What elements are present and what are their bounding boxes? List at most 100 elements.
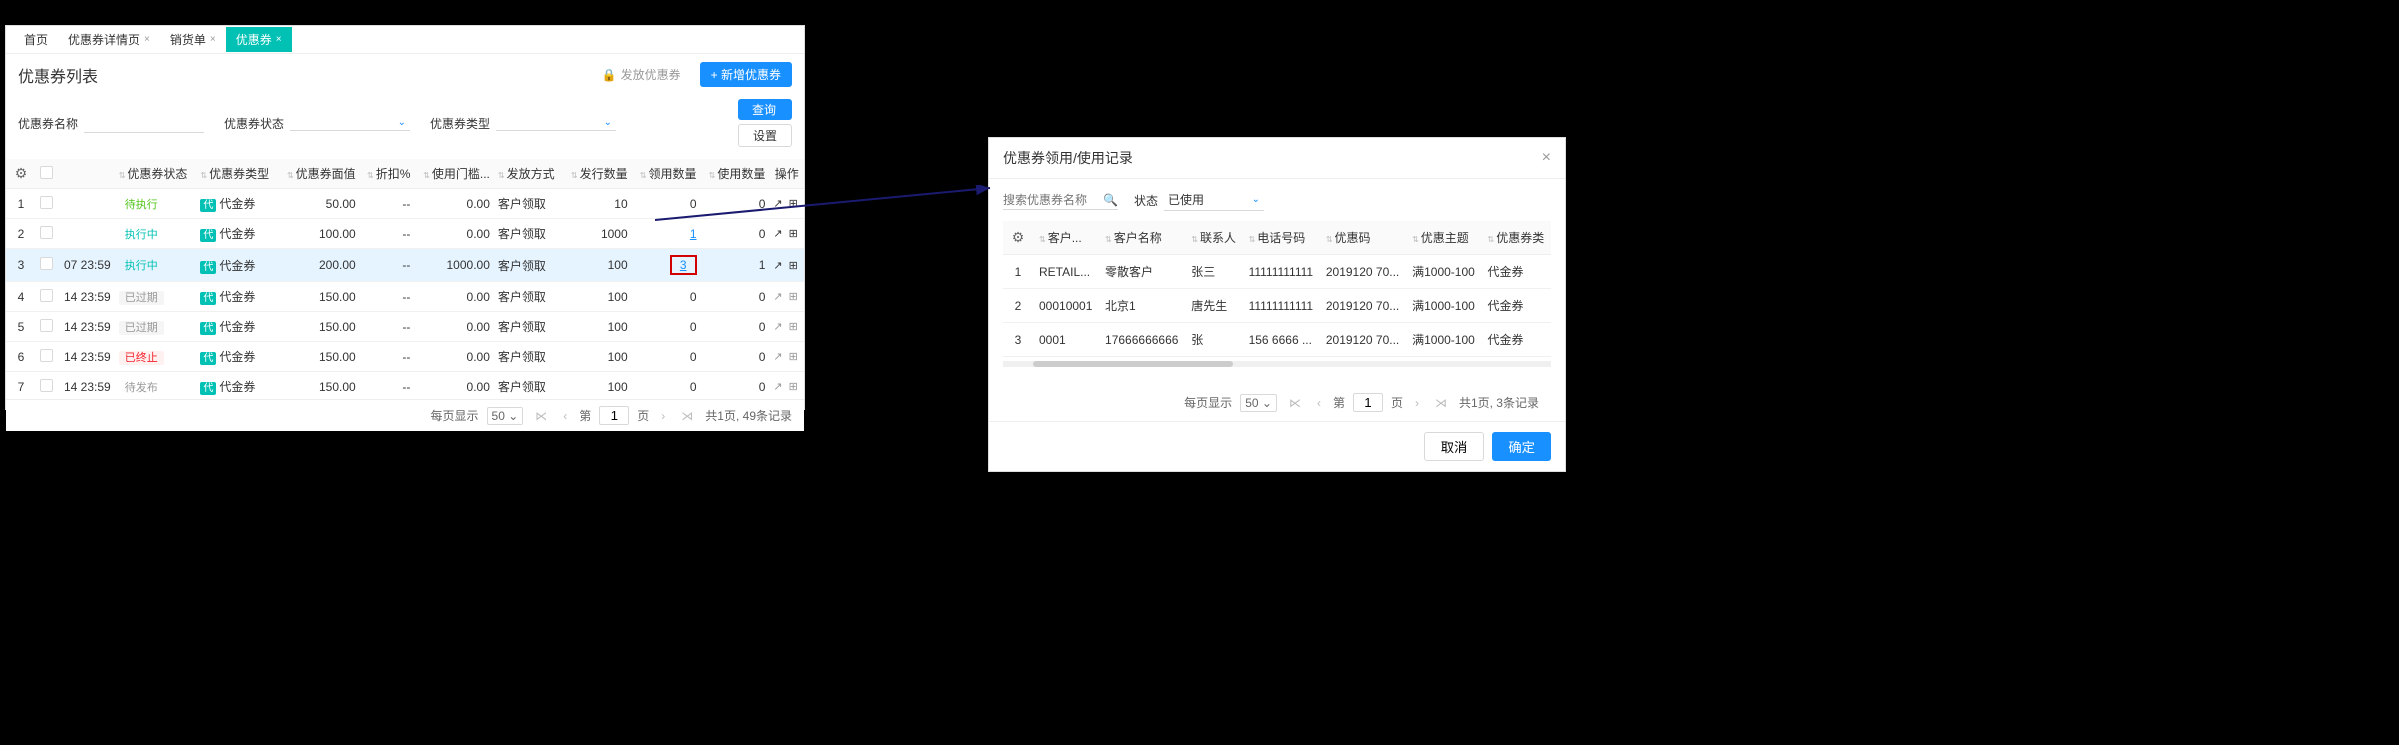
distribute-coupon-button[interactable]: 🔒 发放优惠券 (591, 62, 692, 87)
col-claimed[interactable]: ⇅领用数量 (632, 159, 701, 189)
tab-label: 首页 (24, 31, 48, 48)
table-row[interactable]: 1 RETAIL... 零散客户 张三 11111111111 2019120 … (1003, 255, 1551, 289)
cancel-button[interactable]: 取消 (1424, 432, 1485, 461)
voucher-icon: 代 (200, 199, 216, 212)
share-icon[interactable]: ↗ (773, 290, 782, 303)
qr-icon[interactable]: ⊞ (789, 259, 798, 272)
col-used[interactable]: ⇅使用数量 (701, 159, 770, 189)
filter-status-select[interactable]: ⌄ (290, 115, 410, 131)
per-page-label: 每页显示 (1184, 394, 1232, 411)
table-row[interactable]: 6 14 23:59 已终止 代代金券 150.00 -- 0.00 客户领取 … (6, 342, 804, 372)
share-icon[interactable]: ↗ (773, 380, 782, 393)
col-phone[interactable]: ⇅电话号码 (1243, 221, 1320, 255)
row-checkbox[interactable] (40, 349, 53, 362)
share-icon[interactable]: ↗ (773, 259, 782, 272)
chevron-down-icon: ⌄ (604, 117, 612, 128)
gear-icon[interactable]: ⚙ (1012, 229, 1025, 245)
prev-page-button[interactable]: ‹ (1313, 396, 1325, 410)
filter-name: 优惠券名称 (18, 114, 204, 133)
close-icon[interactable]: × (276, 34, 282, 45)
modal-search-input[interactable] (1003, 193, 1103, 207)
row-checkbox[interactable] (40, 257, 53, 270)
col-cust-name[interactable]: ⇅客户名称 (1099, 221, 1185, 255)
row-actions: ↗ ⊞ (773, 380, 800, 393)
per-page-select[interactable]: 50 ⌄ (1240, 394, 1277, 412)
settings-button[interactable]: 设置 (738, 124, 792, 147)
col-cust-code[interactable]: ⇅客户... (1033, 221, 1099, 255)
gear-icon[interactable]: ⚙ (15, 165, 28, 181)
qr-icon[interactable]: ⊞ (789, 320, 798, 333)
method: 客户领取 (494, 219, 563, 249)
contact: 张三 (1185, 255, 1242, 289)
table-row[interactable]: 3 0001 17666666666 张 156 6666 ... 201912… (1003, 323, 1551, 357)
filter-type-select[interactable]: ⌄ (496, 115, 616, 131)
table-row[interactable]: 5 14 23:59 已过期 代代金券 150.00 -- 0.00 客户领取 … (6, 312, 804, 342)
row-checkbox[interactable] (40, 319, 53, 332)
last-page-button[interactable]: ⋊ (677, 409, 697, 423)
first-page-button[interactable]: ⋉ (1285, 396, 1305, 410)
table-row[interactable]: 2 执行中 代代金券 100.00 -- 0.00 客户领取 1000 1 0 … (6, 219, 804, 249)
qr-icon[interactable]: ⊞ (789, 197, 798, 210)
col-contact[interactable]: ⇅联系人 (1185, 221, 1242, 255)
col-subject[interactable]: ⇅优惠主题 (1406, 221, 1481, 255)
qr-icon[interactable]: ⊞ (789, 290, 798, 303)
row-checkbox[interactable] (40, 196, 53, 209)
col-coupon-code[interactable]: ⇅优惠码 (1320, 221, 1406, 255)
confirm-button[interactable]: 确定 (1492, 432, 1551, 461)
close-icon[interactable]: × (210, 34, 216, 45)
page-input[interactable] (1353, 393, 1383, 412)
table-row[interactable]: 2 00010001 北京1 唐先生 11111111111 2019120 7… (1003, 289, 1551, 323)
table-row[interactable]: 3 07 23:59 执行中 代代金券 200.00 -- 1000.00 客户… (6, 249, 804, 282)
col-discount[interactable]: ⇅折扣% (360, 159, 415, 189)
share-icon[interactable]: ↗ (773, 350, 782, 363)
last-page-button[interactable]: ⋊ (1431, 396, 1451, 410)
share-icon[interactable]: ↗ (773, 227, 782, 240)
tab-0[interactable]: 首页 (14, 27, 58, 52)
next-page-button[interactable]: › (1411, 396, 1423, 410)
modal-status-select[interactable]: 已使用 ⌄ (1164, 189, 1264, 211)
filter-name-input[interactable] (84, 114, 204, 133)
used: 0 (701, 312, 770, 342)
qr-icon[interactable]: ⊞ (789, 350, 798, 363)
per-page-select[interactable]: 50 ⌄ (487, 407, 524, 425)
table-row[interactable]: 7 14 23:59 待发布 代代金券 150.00 -- 0.00 客户领取 … (6, 372, 804, 400)
tab-2[interactable]: 销货单× (160, 27, 226, 52)
col-status[interactable]: ⇅优惠券状态 (115, 159, 197, 189)
col-type[interactable]: ⇅优惠券类型 (196, 159, 278, 189)
qr-icon[interactable]: ⊞ (789, 380, 798, 393)
horizontal-scrollbar[interactable] (1003, 361, 1551, 367)
tab-1[interactable]: 优惠券详情页× (58, 27, 160, 52)
add-coupon-button[interactable]: + 新增优惠券 (700, 62, 792, 87)
coupon-type: 代金券 (219, 380, 255, 394)
row-checkbox[interactable] (40, 289, 53, 302)
table-row[interactable]: 1 待执行 代代金券 50.00 -- 0.00 客户领取 10 0 0 ↗ ⊞ (6, 189, 804, 219)
close-icon[interactable]: × (144, 34, 150, 45)
table-row[interactable]: 4 14 23:59 已过期 代代金券 150.00 -- 0.00 客户领取 … (6, 282, 804, 312)
prev-page-button[interactable]: ‹ (559, 409, 571, 423)
col-issued[interactable]: ⇅发行数量 (563, 159, 632, 189)
search-icon[interactable]: 🔍 (1103, 193, 1118, 207)
qr-icon[interactable]: ⊞ (789, 227, 798, 240)
row-checkbox[interactable] (40, 379, 53, 392)
share-icon[interactable]: ↗ (773, 320, 782, 333)
select-all-checkbox[interactable] (40, 166, 53, 179)
col-threshold[interactable]: ⇅使用门槛... (414, 159, 494, 189)
claimed-link[interactable]: 1 (690, 227, 697, 241)
usage-record-modal: 优惠券领用/使用记录 × 🔍 状态 已使用 ⌄ ⚙ ⇅客户... ⇅客户 (988, 137, 1566, 472)
query-button[interactable]: 查询 (738, 99, 792, 120)
page-suffix: 页 (1391, 394, 1403, 411)
coupon-type: 代金券 (219, 320, 255, 334)
share-icon[interactable]: ↗ (773, 197, 782, 210)
page-input[interactable] (599, 406, 629, 425)
close-icon[interactable]: × (1542, 149, 1551, 167)
col-face[interactable]: ⇅优惠券面值 (278, 159, 360, 189)
row-checkbox[interactable] (40, 226, 53, 239)
next-page-button[interactable]: › (657, 409, 669, 423)
modal-header: 优惠券领用/使用记录 × (989, 138, 1565, 179)
claimed-link[interactable]: 3 (680, 258, 687, 272)
col-coupon-type[interactable]: ⇅优惠券类 (1482, 221, 1551, 255)
used: 1 (701, 249, 770, 282)
tab-3[interactable]: 优惠券× (226, 27, 292, 52)
first-page-button[interactable]: ⋉ (531, 409, 551, 423)
col-method[interactable]: ⇅发放方式 (494, 159, 563, 189)
